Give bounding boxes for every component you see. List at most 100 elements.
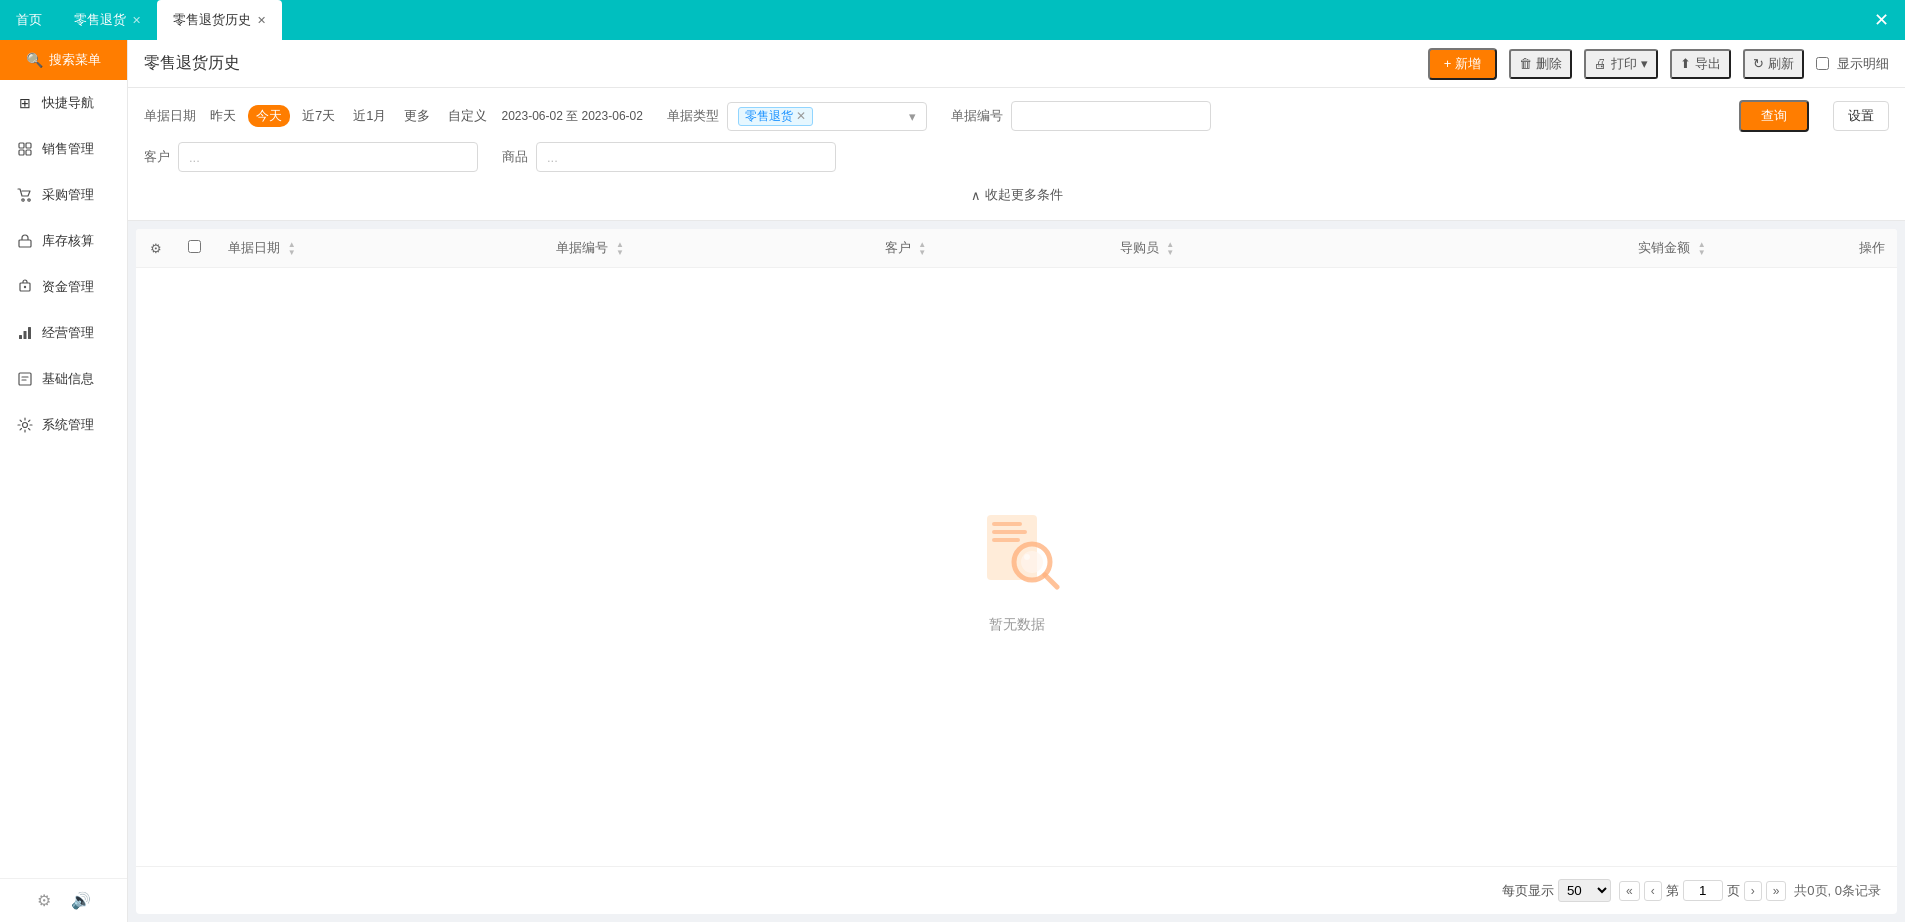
total-info: 共0页, 0条记录: [1794, 882, 1881, 900]
quick-nav-icon: ⊞: [16, 94, 34, 112]
customer-input[interactable]: ...: [178, 142, 478, 172]
sidebar-item-finance-label: 资金管理: [42, 278, 94, 296]
th-settings: ⚙: [136, 229, 176, 268]
sidebar-item-system[interactable]: 系统管理: [0, 402, 127, 448]
page-last-button[interactable]: »: [1766, 881, 1787, 901]
settings-query-button[interactable]: 设置: [1833, 101, 1889, 131]
delete-icon: 🗑: [1519, 56, 1532, 71]
finance-icon: [16, 278, 34, 296]
date-option-custom[interactable]: 自定义: [442, 105, 493, 127]
svg-rect-9: [19, 335, 22, 339]
th-actual-amount-label: 实销金额: [1638, 240, 1690, 255]
svg-point-13: [23, 423, 28, 428]
sidebar-item-quick-nav[interactable]: ⊞ 快捷导航: [0, 80, 127, 126]
data-table: ⚙ 单据日期 ▲▼ 单据编号 ▲▼: [136, 229, 1897, 268]
audio-bottom-icon[interactable]: 🔊: [71, 891, 91, 910]
sidebar-item-inventory-label: 库存核算: [42, 232, 94, 250]
th-actions: 操作: [1718, 229, 1897, 268]
tab-retail-return-close[interactable]: ✕: [132, 14, 141, 27]
doc-type-select[interactable]: 零售退货 ✕ ▾: [727, 102, 927, 131]
empty-icon: [967, 500, 1067, 600]
sidebar-item-inventory[interactable]: 库存核算: [0, 218, 127, 264]
doc-number-filter: 单据编号: [951, 101, 1211, 131]
page-unit: 页: [1727, 882, 1740, 900]
goods-input[interactable]: ...: [536, 142, 836, 172]
sidebar-item-quick-nav-label: 快捷导航: [42, 94, 94, 112]
pagination: 每页显示 50 10 20 100 « ‹ 第 页 › »: [136, 866, 1897, 914]
sidebar-item-basic-info[interactable]: 基础信息: [0, 356, 127, 402]
th-doc-date: 单据日期 ▲▼: [216, 229, 544, 268]
collapse-row: ∧ 收起更多条件: [144, 182, 1889, 208]
customer-label: 客户: [144, 148, 170, 166]
empty-state: 暂无数据: [136, 268, 1897, 866]
sidebar-item-finance[interactable]: 资金管理: [0, 264, 127, 310]
doc-number-input[interactable]: [1011, 101, 1211, 131]
per-page-label: 每页显示: [1502, 882, 1554, 900]
sidebar-item-sales[interactable]: 销售管理: [0, 126, 127, 172]
page-input[interactable]: [1683, 880, 1723, 901]
search-icon: 🔍: [26, 52, 43, 68]
date-option-1month[interactable]: 近1月: [347, 105, 392, 127]
collapse-button[interactable]: ∧ 收起更多条件: [967, 182, 1067, 208]
page-size-select: 每页显示 50 10 20 100: [1502, 879, 1611, 902]
goods-placeholder: ...: [547, 150, 558, 165]
sidebar-item-purchase[interactable]: 采购管理: [0, 172, 127, 218]
tab-home-label: 首页: [16, 11, 42, 29]
new-button[interactable]: + 新增: [1428, 48, 1497, 80]
display-toggle[interactable]: 显示明细: [1816, 55, 1889, 73]
doc-date-sort[interactable]: ▲▼: [288, 241, 296, 257]
per-page-dropdown[interactable]: 50 10 20 100: [1558, 879, 1611, 902]
page-nav: « ‹ 第 页 › »: [1619, 880, 1786, 901]
th-actual-amount: 实销金额 ▲▼: [1389, 229, 1717, 268]
tab-retail-return-history[interactable]: 零售退货历史 ✕: [157, 0, 282, 40]
sidebar-item-purchase-label: 采购管理: [42, 186, 94, 204]
tab-retail-return-history-label: 零售退货历史: [173, 11, 251, 29]
guide-sort[interactable]: ▲▼: [1166, 241, 1174, 257]
date-option-yesterday[interactable]: 昨天: [204, 105, 242, 127]
filter-area: 单据日期 昨天 今天 近7天 近1月 更多 自定义 2023-06-02 至 2…: [128, 88, 1905, 221]
page-prev-button[interactable]: ‹: [1644, 881, 1662, 901]
tab-retail-return-history-close[interactable]: ✕: [257, 14, 266, 27]
top-bar-right: ✕: [1874, 9, 1905, 31]
actual-amount-sort[interactable]: ▲▼: [1698, 241, 1706, 257]
delete-button[interactable]: 🗑 删除: [1509, 49, 1572, 79]
operations-icon: [16, 324, 34, 342]
date-option-7days[interactable]: 近7天: [296, 105, 341, 127]
svg-rect-16: [992, 530, 1027, 534]
export-button[interactable]: ⬆ 导出: [1670, 49, 1731, 79]
page-next-button[interactable]: ›: [1744, 881, 1762, 901]
date-range-display: 2023-06-02 至 2023-06-02: [501, 108, 642, 125]
settings-bottom-icon[interactable]: ⚙: [37, 891, 51, 910]
sidebar-search-button[interactable]: 🔍 搜索菜单: [0, 40, 127, 80]
th-doc-number-label: 单据编号: [556, 240, 608, 255]
date-option-more[interactable]: 更多: [398, 105, 436, 127]
doc-type-tag-remove[interactable]: ✕: [796, 109, 806, 123]
print-button[interactable]: 🖨 打印 ▾: [1584, 49, 1658, 79]
sidebar-item-system-label: 系统管理: [42, 416, 94, 434]
doc-type-tag-value: 零售退货: [745, 108, 793, 125]
content-area: 零售退货历史 + 新增 🗑 删除 🖨 打印 ▾ ⬆ 导出 ↻: [128, 40, 1905, 922]
query-button[interactable]: 查询: [1739, 100, 1809, 132]
customer-sort[interactable]: ▲▼: [918, 241, 926, 257]
display-toggle-checkbox[interactable]: [1816, 57, 1829, 70]
date-filter-label: 单据日期: [144, 107, 196, 125]
tab-retail-return[interactable]: 零售退货 ✕: [58, 0, 157, 40]
customer-placeholder: ...: [189, 150, 200, 165]
date-option-today[interactable]: 今天: [248, 105, 290, 127]
collapse-icon: ∧: [971, 188, 981, 203]
page-title: 零售退货历史: [144, 53, 240, 74]
refresh-button[interactable]: ↻ 刷新: [1743, 49, 1804, 79]
tab-list: 首页 零售退货 ✕ 零售退货历史 ✕: [0, 0, 1874, 40]
inventory-icon: [16, 232, 34, 250]
tab-home[interactable]: 首页: [0, 0, 58, 40]
select-all-checkbox[interactable]: [188, 240, 201, 253]
doc-number-sort[interactable]: ▲▼: [616, 241, 624, 257]
page-first-button[interactable]: «: [1619, 881, 1640, 901]
sidebar-bottom: ⚙ 🔊: [0, 878, 127, 922]
table-settings-icon[interactable]: ⚙: [150, 241, 162, 256]
refresh-label: 刷新: [1768, 55, 1794, 73]
window-close-button[interactable]: ✕: [1874, 9, 1889, 31]
main-layout: 🔍 搜索菜单 ⊞ 快捷导航 销售管理 采购管理 库存核算: [0, 40, 1905, 922]
sidebar-item-operations[interactable]: 经营管理: [0, 310, 127, 356]
th-guide: 导购员 ▲▼: [1108, 229, 1390, 268]
